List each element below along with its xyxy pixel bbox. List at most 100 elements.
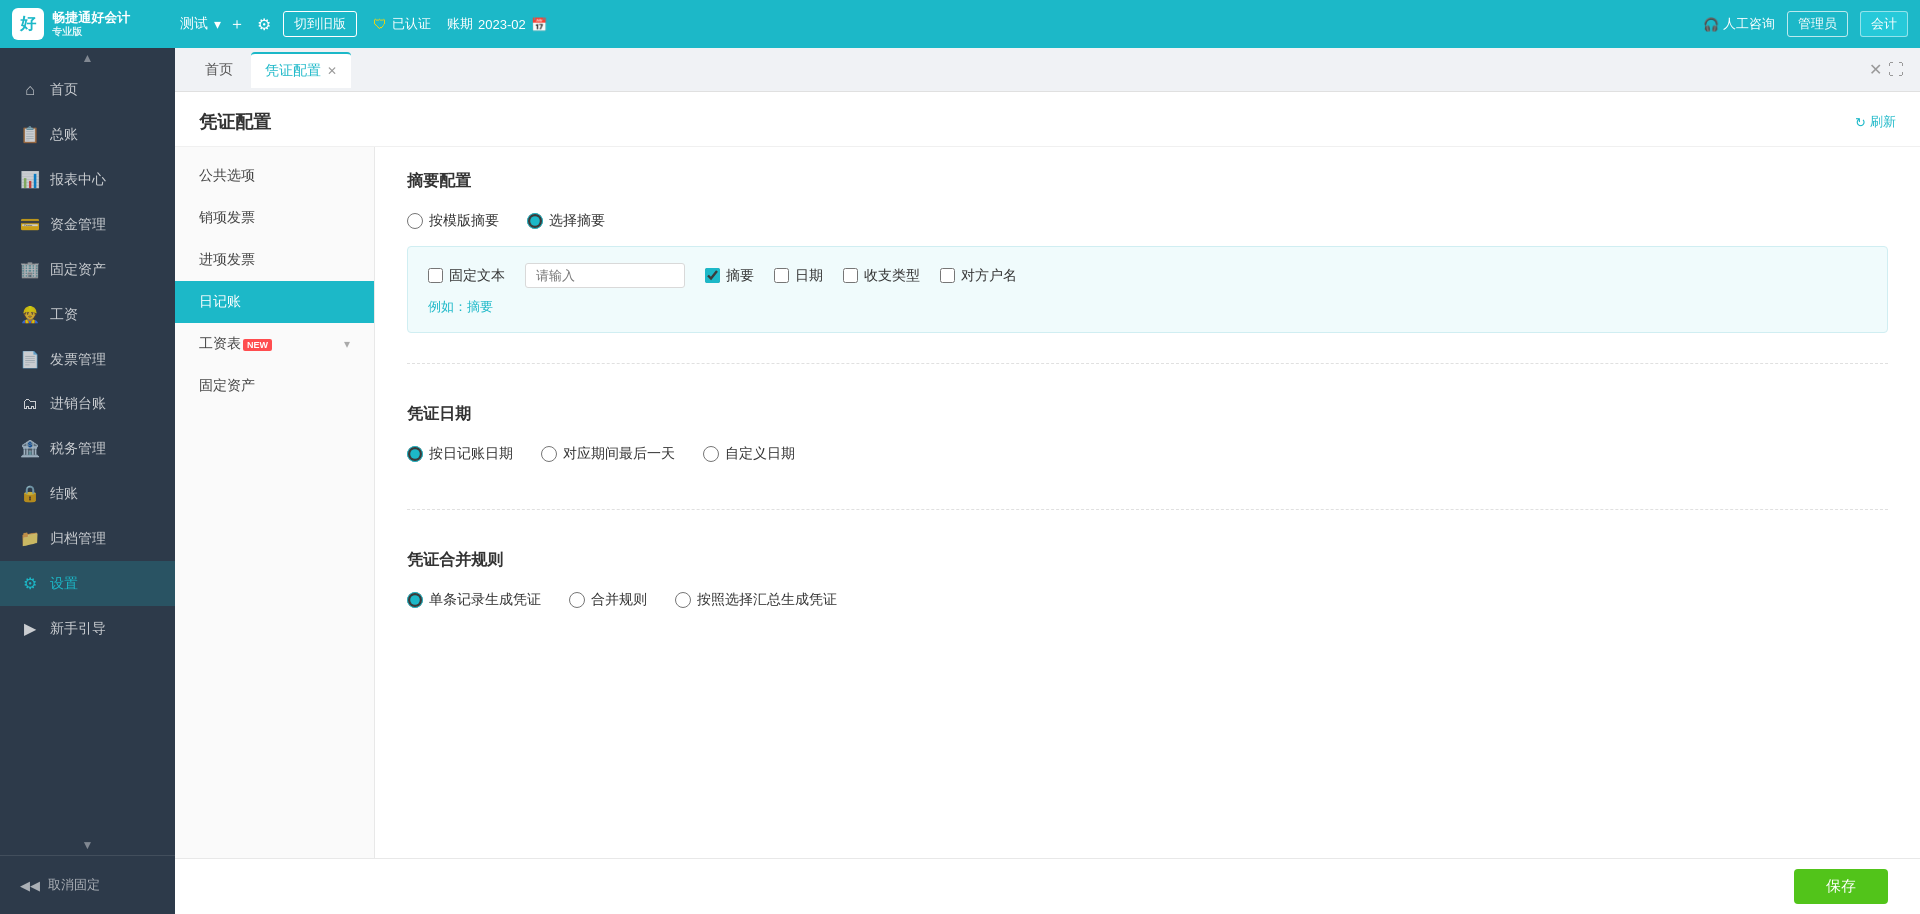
report-icon: 📊 xyxy=(20,170,40,189)
project-name[interactable]: 测试 ▾ xyxy=(180,15,221,33)
fixed-assets-icon: 🏢 xyxy=(20,260,40,279)
income-type-label: 收支类型 xyxy=(864,267,920,285)
nav-item-sales-invoice[interactable]: 销项发票 xyxy=(175,197,374,239)
sidebar-item-label: 结账 xyxy=(50,485,78,503)
date-checkbox-label: 日期 xyxy=(795,267,823,285)
journal-date-label: 按日记账日期 xyxy=(429,445,513,463)
sidebar-item-label: 税务管理 xyxy=(50,440,106,458)
logo-main: 畅捷通好会计 xyxy=(52,10,130,26)
beginner-icon: ▶ xyxy=(20,619,40,638)
calendar-icon[interactable]: 📅 xyxy=(531,17,547,32)
sidebar-scroll-down[interactable]: ▼ xyxy=(0,835,175,855)
custom-date-radio[interactable] xyxy=(703,446,719,462)
date-radio-period-last[interactable]: 对应期间最后一天 xyxy=(541,445,675,463)
summary-options: 固定文本 摘要 日期 xyxy=(428,263,1867,288)
tab-home[interactable]: 首页 xyxy=(191,53,247,87)
sidebar-item-label: 报表中心 xyxy=(50,171,106,189)
merge-section-title: 凭证合并规则 xyxy=(407,550,1888,571)
sidebar-item-tax[interactable]: 🏦 税务管理 xyxy=(0,426,175,471)
section-date: 凭证日期 按日记账日期 对应期间最后一天 xyxy=(407,404,1888,510)
page-header: 凭证配置 ↻ 刷新 xyxy=(175,92,1920,147)
select-merge-label: 按照选择汇总生成凭证 xyxy=(697,591,837,609)
nav-item-payroll-table[interactable]: 工资表NEW ▾ xyxy=(175,323,374,365)
consult-button[interactable]: 🎧 人工咨询 xyxy=(1703,15,1775,33)
fixed-text-input[interactable] xyxy=(525,263,685,288)
sidebar-item-fixed-assets[interactable]: 🏢 固定资产 xyxy=(0,247,175,292)
sidebar-scroll-up[interactable]: ▲ xyxy=(0,48,175,68)
date-checkbox-item[interactable]: 日期 xyxy=(774,267,823,285)
summary-select-radio[interactable] xyxy=(527,213,543,229)
single-radio[interactable] xyxy=(407,592,423,608)
summary-template-radio[interactable] xyxy=(407,213,423,229)
fixed-text-checkbox[interactable] xyxy=(428,268,443,283)
section-merge: 凭证合并规则 单条记录生成凭证 合并规则 xyxy=(407,550,1888,655)
role-button[interactable]: 会计 xyxy=(1860,11,1908,37)
sidebar-item-label: 资金管理 xyxy=(50,216,106,234)
sidebar-item-funds[interactable]: 💳 资金管理 xyxy=(0,202,175,247)
refresh-button[interactable]: ↻ 刷新 xyxy=(1855,113,1896,131)
main-layout: ▲ ⌂ 首页 📋 总账 📊 报表中心 💳 资金管理 🏢 固定资产 xyxy=(0,48,1920,914)
nav-item-public[interactable]: 公共选项 xyxy=(175,155,374,197)
sidebar-item-payroll[interactable]: 👷 工资 xyxy=(0,292,175,337)
sidebar-item-label: 新手引导 xyxy=(50,620,106,638)
fixed-text-checkbox-item[interactable]: 固定文本 xyxy=(428,267,505,285)
shield-icon: 🛡 xyxy=(373,16,387,32)
user-button[interactable]: 管理员 xyxy=(1787,11,1848,37)
left-nav: 公共选项 销项发票 进项发票 日记账 工资表NEW ▾ 固定资产 xyxy=(175,147,375,858)
sidebar-item-label: 工资 xyxy=(50,306,78,324)
counterparty-checkbox[interactable] xyxy=(940,268,955,283)
date-section-title: 凭证日期 xyxy=(407,404,1888,425)
nav-item-purchase-invoice[interactable]: 进项发票 xyxy=(175,239,374,281)
date-radio-journal[interactable]: 按日记账日期 xyxy=(407,445,513,463)
summary-checkbox-item[interactable]: 摘要 xyxy=(705,267,754,285)
income-type-checkbox[interactable] xyxy=(843,268,858,283)
select-merge-radio[interactable] xyxy=(675,592,691,608)
switch-old-button[interactable]: 切到旧版 xyxy=(283,11,357,37)
nav-item-fixed-assets[interactable]: 固定资产 xyxy=(175,365,374,407)
merge-rule-radio[interactable] xyxy=(569,592,585,608)
close-icon[interactable]: ✕ xyxy=(1869,60,1882,79)
sidebar-item-home[interactable]: ⌂ 首页 xyxy=(0,68,175,112)
summary-radio-select[interactable]: 选择摘要 xyxy=(527,212,605,230)
sidebar-bottom: ◀◀ 取消固定 xyxy=(0,855,175,914)
date-checkbox[interactable] xyxy=(774,268,789,283)
add-button[interactable]: ＋ xyxy=(229,14,245,35)
sidebar-item-sales-purchase[interactable]: 🗂 进销台账 xyxy=(0,382,175,426)
archive-icon: 📁 xyxy=(20,529,40,548)
merge-radio-rule[interactable]: 合并规则 xyxy=(569,591,647,609)
topbar: 好 畅捷通好会计 专业版 测试 ▾ ＋ ⚙ 切到旧版 🛡 已认证 账期 2023… xyxy=(0,0,1920,48)
merge-radio-single[interactable]: 单条记录生成凭证 xyxy=(407,591,541,609)
summary-radio-template[interactable]: 按模版摘要 xyxy=(407,212,499,230)
refresh-icon: ↻ xyxy=(1855,115,1866,130)
summary-select-label: 选择摘要 xyxy=(549,212,605,230)
sidebar-item-reports[interactable]: 📊 报表中心 xyxy=(0,157,175,202)
settings-button[interactable]: ⚙ xyxy=(257,15,271,34)
journal-date-radio[interactable] xyxy=(407,446,423,462)
logo-icon: 好 xyxy=(12,8,44,40)
sidebar-item-ledger[interactable]: 📋 总账 xyxy=(0,112,175,157)
summary-checkbox[interactable] xyxy=(705,268,720,283)
merge-radio-select[interactable]: 按照选择汇总生成凭证 xyxy=(675,591,837,609)
sidebar-item-beginner[interactable]: ▶ 新手引导 xyxy=(0,606,175,651)
sidebar-item-settings[interactable]: ⚙ 设置 xyxy=(0,561,175,606)
expand-icon[interactable]: ⛶ xyxy=(1888,61,1904,79)
tab-close-icon[interactable]: ✕ xyxy=(327,64,337,78)
payroll-table-label: 工资表NEW xyxy=(199,335,272,353)
ledger-icon: 📋 xyxy=(20,125,40,144)
cert-status: 🛡 已认证 xyxy=(373,15,431,33)
date-radio-custom[interactable]: 自定义日期 xyxy=(703,445,795,463)
sidebar-item-archive[interactable]: 📁 归档管理 xyxy=(0,516,175,561)
period-info: 账期 2023-02 📅 xyxy=(447,15,547,33)
period-last-radio[interactable] xyxy=(541,446,557,462)
sidebar-item-close[interactable]: 🔒 结账 xyxy=(0,471,175,516)
nav-item-journal[interactable]: 日记账 xyxy=(175,281,374,323)
sidebar-item-invoice[interactable]: 📄 发票管理 xyxy=(0,337,175,382)
income-type-checkbox-item[interactable]: 收支类型 xyxy=(843,267,920,285)
unpin-button[interactable]: ◀◀ 取消固定 xyxy=(0,866,175,904)
summary-checkbox-label: 摘要 xyxy=(726,267,754,285)
counterparty-checkbox-item[interactable]: 对方户名 xyxy=(940,267,1017,285)
logo: 好 畅捷通好会计 专业版 xyxy=(12,8,172,40)
save-button[interactable]: 保存 xyxy=(1794,869,1888,904)
page-title: 凭证配置 xyxy=(199,110,271,134)
tab-voucher-config[interactable]: 凭证配置 ✕ xyxy=(251,52,351,88)
